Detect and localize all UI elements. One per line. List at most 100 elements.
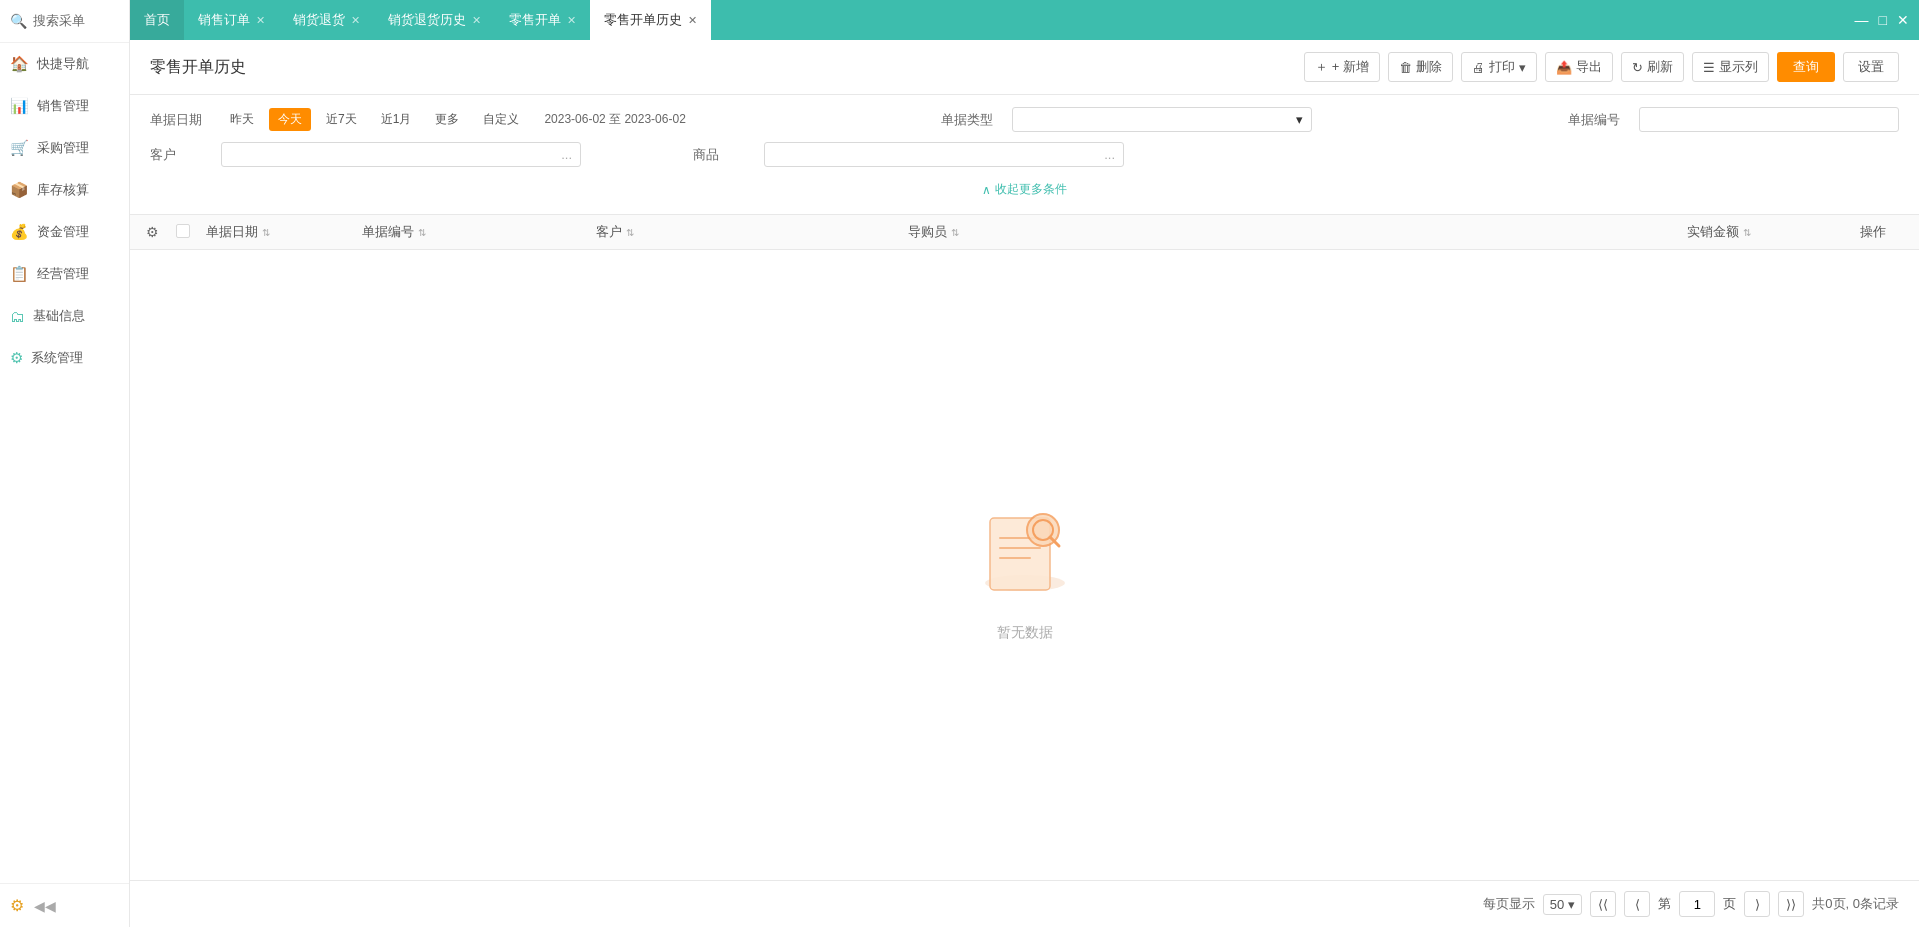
inventory-icon: 📦 xyxy=(10,181,29,199)
table-area: ⚙ 单据日期 ⇅ 单据编号 ⇅ 客户 ⇅ 导购员 xyxy=(130,215,1919,880)
delete-button[interactable]: 🗑 删除 xyxy=(1388,52,1453,82)
page-label: 页 xyxy=(1723,895,1736,913)
sidebar: 🔍 搜索采单 🏠 快捷导航 📊销售管理 🛒 采购管理 📦库存核算💰资金管理📋经营管理🗂基础… xyxy=(0,0,130,927)
collapse-filter-btn[interactable]: ∧ 收起更多条件 xyxy=(150,177,1899,202)
refresh-icon: ↻ xyxy=(1632,60,1643,75)
page-header: 零售开单历史 ＋ + 新增 🗑 删除 🖨 打印 ▾ 📤 导出 xyxy=(130,40,1919,95)
sidebar-item-inventory[interactable]: 📦库存核算 xyxy=(0,169,129,211)
th-action: 操作 xyxy=(1843,223,1903,241)
filter-row-1: 单据日期 昨天今天近7天近1月更多自定义 2023-06-02 至 2023-0… xyxy=(150,107,1899,132)
settings-icon[interactable]: ⚙ xyxy=(10,896,24,915)
nav-tab-sales-return-history[interactable]: 销货退货历史✕ xyxy=(374,0,495,40)
sidebar-item-label: 系统管理 xyxy=(31,349,83,367)
th-customer-sort-icon[interactable]: ⇅ xyxy=(626,227,634,238)
window-maximize-icon[interactable]: □ xyxy=(1879,12,1887,28)
th-guide-sort-icon[interactable]: ⇅ xyxy=(951,227,959,238)
sidebar-item-quick-nav[interactable]: 🏠 快捷导航 xyxy=(0,43,129,85)
total-text: 共0页, 0条记录 xyxy=(1812,895,1899,913)
first-page-btn[interactable]: ⟨⟨ xyxy=(1590,891,1616,917)
filter-area: 单据日期 昨天今天近7天近1月更多自定义 2023-06-02 至 2023-0… xyxy=(130,95,1919,215)
tab-close-icon[interactable]: ✕ xyxy=(472,14,481,27)
tab-close-icon[interactable]: ✕ xyxy=(567,14,576,27)
export-icon: 📤 xyxy=(1556,60,1572,75)
sidebar-item-basic-info[interactable]: 🗂基础信息 xyxy=(0,295,129,337)
add-icon: ＋ xyxy=(1315,58,1328,76)
doc-type-select[interactable]: ▾ xyxy=(1012,107,1312,132)
last-page-btn[interactable]: ⟩⟩ xyxy=(1778,891,1804,917)
tab-close-icon[interactable]: ✕ xyxy=(256,14,265,27)
sidebar-item-label: 经营管理 xyxy=(37,265,89,283)
query-button[interactable]: 查询 xyxy=(1777,52,1835,82)
date-btn-custom[interactable]: 自定义 xyxy=(474,108,528,131)
th-guide-label: 导购员 xyxy=(908,223,947,241)
date-btn-today[interactable]: 今天 xyxy=(269,108,311,131)
nav-tab-sales-order[interactable]: 销售订单 ✕ xyxy=(184,0,279,40)
refresh-button[interactable]: ↻ 刷新 xyxy=(1621,52,1684,82)
sidebar-item-sales-mgmt[interactable]: 📊销售管理 xyxy=(0,85,129,127)
sidebar-bottom: ⚙ ◀◀ xyxy=(0,883,129,927)
export-button[interactable]: 📤 导出 xyxy=(1545,52,1613,82)
settings-button[interactable]: 设置 xyxy=(1843,52,1899,82)
collapse-up-icon: ∧ xyxy=(982,183,991,197)
date-btn-more[interactable]: 更多 xyxy=(426,108,468,131)
collapse-sidebar-icon[interactable]: ◀◀ xyxy=(34,898,56,914)
goods-label: 商品 xyxy=(693,146,748,164)
display-cols-icon: ☰ xyxy=(1703,60,1715,75)
nav-tab-retail-open-history[interactable]: 零售开单历史 ✕ xyxy=(590,0,711,40)
per-page-select[interactable]: 50 ▾ xyxy=(1543,894,1582,915)
sidebar-item-finance[interactable]: 💰资金管理 xyxy=(0,211,129,253)
search-icon: 🔍 xyxy=(10,13,27,29)
sidebar-item-label: 快捷导航 xyxy=(37,55,89,73)
date-btn-yesterday[interactable]: 昨天 xyxy=(221,108,263,131)
next-page-btn[interactable]: ⟩ xyxy=(1744,891,1770,917)
date-filter-buttons: 昨天今天近7天近1月更多自定义 xyxy=(221,108,528,131)
customer-placeholder: ... xyxy=(561,147,572,162)
collapse-filter-label: 收起更多条件 xyxy=(995,181,1067,198)
goods-input[interactable]: ... xyxy=(764,142,1124,167)
tab-label: 销售订单 xyxy=(198,11,250,29)
prev-page-btn[interactable]: ⟨ xyxy=(1624,891,1650,917)
sidebar-item-label: 采购管理 xyxy=(37,139,89,157)
add-button[interactable]: ＋ + 新增 xyxy=(1304,52,1380,82)
tab-label: 零售开单历史 xyxy=(604,11,682,29)
date-btn-last7[interactable]: 近7天 xyxy=(317,108,366,131)
nav-tab-retail-open[interactable]: 零售开单✕ xyxy=(495,0,590,40)
quick-nav-icon: 🏠 xyxy=(10,55,29,73)
nav-tab-home[interactable]: 首页 xyxy=(130,0,184,40)
date-btn-last1month[interactable]: 近1月 xyxy=(372,108,421,131)
th-num-sort-icon[interactable]: ⇅ xyxy=(418,227,426,238)
th-customer-label: 客户 xyxy=(596,223,622,241)
nav-tab-sales-return[interactable]: 销货退货 ✕ xyxy=(279,0,374,40)
sidebar-item-sys-mgmt[interactable]: ⚙系统管理 xyxy=(0,337,129,379)
empty-illustration xyxy=(965,488,1085,608)
page-title: 零售开单历史 xyxy=(150,57,246,78)
tab-label: 销货退货 xyxy=(293,11,345,29)
tab-label: 首页 xyxy=(144,11,170,29)
pagination: 每页显示 50 ▾ ⟨⟨ ⟨ 第 1 页 ⟩ ⟩⟩ 共0页, 0条记录 xyxy=(130,880,1919,927)
sidebar-item-operations[interactable]: 📋经营管理 xyxy=(0,253,129,295)
display-cols-button[interactable]: ☰ 显示列 xyxy=(1692,52,1769,82)
customer-label: 客户 xyxy=(150,146,205,164)
purchase-mgmt-icon: 🛒 xyxy=(10,139,29,157)
doc-num-input[interactable] xyxy=(1639,107,1899,132)
search-menu-item[interactable]: 🔍 搜索采单 xyxy=(0,0,129,43)
select-all-checkbox[interactable] xyxy=(176,224,190,238)
tab-close-icon[interactable]: ✕ xyxy=(688,14,697,27)
filter-row-2: 客户 ... 商品 ... xyxy=(150,142,1899,167)
nav-right-icons: — □ ✕ xyxy=(1845,12,1919,28)
window-minimize-icon[interactable]: — xyxy=(1855,12,1869,28)
per-page-dropdown-icon: ▾ xyxy=(1568,897,1575,912)
th-amount-sort-icon[interactable]: ⇅ xyxy=(1743,227,1751,238)
customer-input[interactable]: ... xyxy=(221,142,581,167)
tab-close-icon[interactable]: ✕ xyxy=(351,14,360,27)
page-input[interactable]: 1 xyxy=(1679,891,1715,917)
sales-mgmt-icon: 📊 xyxy=(10,97,29,115)
window-close-icon[interactable]: ✕ xyxy=(1897,12,1909,28)
sidebar-item-purchase-mgmt[interactable]: 🛒 采购管理 xyxy=(0,127,129,169)
print-dropdown-icon: ▾ xyxy=(1519,60,1526,75)
table-settings-icon[interactable]: ⚙ xyxy=(146,224,159,240)
goods-placeholder: ... xyxy=(1104,147,1115,162)
th-date-sort-icon[interactable]: ⇅ xyxy=(262,227,270,238)
th-amount-label: 实销金额 xyxy=(1687,223,1739,241)
print-button[interactable]: 🖨 打印 ▾ xyxy=(1461,52,1537,82)
